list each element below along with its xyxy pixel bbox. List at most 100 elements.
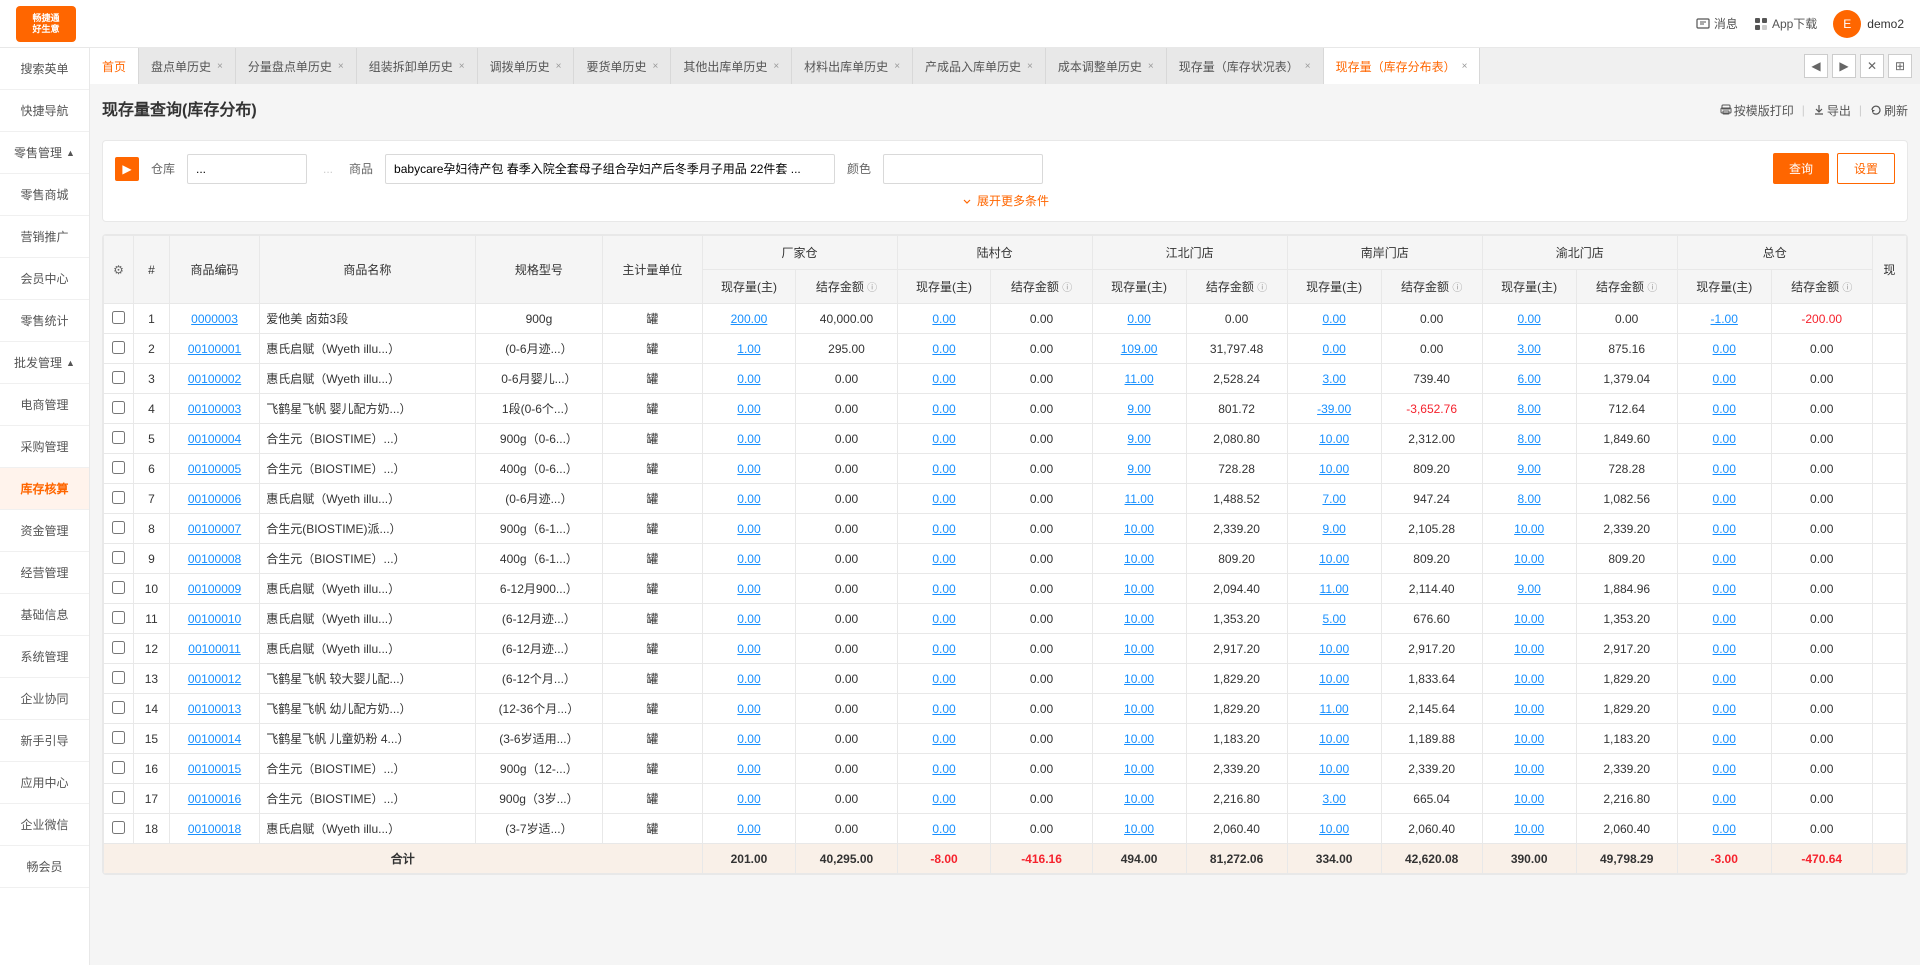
sidebar-item-retail-stat[interactable]: 零售统计 [0,300,89,342]
export-button[interactable]: 导出 [1813,102,1851,119]
sidebar-item-retail-mgmt[interactable]: 零售管理 ▲ [0,132,89,174]
query-button[interactable]: 查询 [1773,153,1829,184]
cell-checkbox[interactable] [104,334,134,364]
cell-checkbox[interactable] [104,304,134,334]
tab-transfer[interactable]: 调拨单历史 × [478,48,575,84]
setting-button[interactable]: 设置 [1837,153,1895,184]
tab-close-icon[interactable]: × [1027,61,1033,72]
cell-checkbox[interactable] [104,424,134,454]
info-icon[interactable]: ⓘ [1062,283,1072,294]
row-checkbox[interactable] [112,581,125,594]
tab-close-icon[interactable]: × [894,61,900,72]
tab-close-icon[interactable]: × [556,61,562,72]
cell-checkbox[interactable] [104,574,134,604]
info-icon[interactable]: ⓘ [1842,283,1852,294]
cell-checkbox[interactable] [104,664,134,694]
sidebar-item-nav[interactable]: 快捷导航 [0,90,89,132]
tab-close-icon[interactable]: × [773,61,779,72]
sidebar-item-marketing[interactable]: 营销推广 [0,216,89,258]
tab-close-icon[interactable]: × [1462,61,1468,72]
app-download-button[interactable]: App下载 [1754,15,1817,32]
sidebar-item-basic-info[interactable]: 基础信息 [0,594,89,636]
sidebar-item-member[interactable]: 会员中心 [0,258,89,300]
cell-checkbox[interactable] [104,634,134,664]
tab-partial-check[interactable]: 分量盘点单历史 × [236,48,357,84]
row-checkbox[interactable] [112,551,125,564]
warehouse-input[interactable] [187,154,307,184]
row-checkbox[interactable] [112,491,125,504]
sidebar-item-purchase[interactable]: 采购管理 [0,426,89,468]
goods-input[interactable] [385,154,835,184]
row-checkbox[interactable] [112,401,125,414]
column-settings-icon[interactable]: ⚙ [113,263,124,277]
sidebar-item-wholesale[interactable]: 批发管理 ▲ [0,342,89,384]
tab-close-icon[interactable]: × [217,61,223,72]
info-icon[interactable]: ⓘ [1257,283,1267,294]
tab-stock-distribution[interactable]: 现存量（库存分布表） × [1324,48,1481,84]
sidebar-item-search[interactable]: 搜索英单 [0,48,89,90]
cell-checkbox[interactable] [104,484,134,514]
sidebar-item-wechat[interactable]: 企业微信 [0,804,89,846]
cell-checkbox[interactable] [104,454,134,484]
cell-checkbox[interactable] [104,784,134,814]
row-checkbox[interactable] [112,761,125,774]
row-checkbox[interactable] [112,371,125,384]
expand-conditions-button[interactable]: 展开更多条件 [961,192,1049,209]
sidebar-item-inventory[interactable]: 库存核算 [0,468,89,510]
row-checkbox[interactable] [112,521,125,534]
tab-close-icon[interactable]: × [338,61,344,72]
row-checkbox[interactable] [112,611,125,624]
refresh-button[interactable]: 刷新 [1870,102,1908,119]
row-checkbox[interactable] [112,311,125,324]
cell-checkbox[interactable] [104,514,134,544]
info-icon[interactable]: ⓘ [867,283,877,294]
sidebar-item-guide[interactable]: 新手引导 [0,720,89,762]
row-checkbox[interactable] [112,341,125,354]
info-icon[interactable]: ⓘ [1647,283,1657,294]
cell-checkbox[interactable] [104,544,134,574]
sidebar-item-system[interactable]: 系统管理 [0,636,89,678]
tab-prev-button[interactable]: ◀ [1804,54,1828,78]
tab-next-button[interactable]: ▶ [1832,54,1856,78]
tab-purchase-order[interactable]: 要货单历史 × [574,48,671,84]
row-checkbox[interactable] [112,431,125,444]
row-checkbox[interactable] [112,731,125,744]
sidebar-item-finance[interactable]: 资金管理 [0,510,89,552]
tab-product-in[interactable]: 产成品入库单历史 × [913,48,1046,84]
user-menu[interactable]: E demo2 [1833,10,1904,38]
tab-close-icon[interactable]: × [1305,61,1311,72]
toggle-filter-button[interactable]: ▶ [115,157,139,181]
row-checkbox[interactable] [112,821,125,834]
row-checkbox[interactable] [112,461,125,474]
tab-home[interactable]: 首页 [90,48,139,84]
row-checkbox[interactable] [112,641,125,654]
print-button[interactable]: 按模版打印 [1720,102,1794,119]
sidebar-item-vip[interactable]: 畅会员 [0,846,89,888]
tab-assemble[interactable]: 组装拆卸单历史 × [357,48,478,84]
sidebar-item-retail-mall[interactable]: 零售商城 [0,174,89,216]
tab-close-icon[interactable]: × [459,61,465,72]
sidebar-item-ecommerce[interactable]: 电商管理 [0,384,89,426]
sidebar-item-app-center[interactable]: 应用中心 [0,762,89,804]
tab-inventory-check[interactable]: 盘点单历史 × [139,48,236,84]
tab-close-icon[interactable]: × [652,61,658,72]
cell-checkbox[interactable] [104,814,134,844]
cell-checkbox[interactable] [104,754,134,784]
tab-other-out[interactable]: 其他出库单历史 × [671,48,792,84]
cell-checkbox[interactable] [104,364,134,394]
cell-checkbox[interactable] [104,694,134,724]
row-checkbox[interactable] [112,791,125,804]
row-checkbox[interactable] [112,701,125,714]
info-icon[interactable]: ⓘ [1452,283,1462,294]
tab-material-out[interactable]: 材料出库单历史 × [792,48,913,84]
tab-close-all-button[interactable]: ✕ [1860,54,1884,78]
messages-button[interactable]: 消息 [1696,15,1738,32]
cell-checkbox[interactable] [104,604,134,634]
sidebar-item-business[interactable]: 经营管理 [0,552,89,594]
cell-checkbox[interactable] [104,724,134,754]
color-input[interactable] [883,154,1043,184]
col-settings[interactable]: ⚙ [104,236,134,304]
tab-close-icon[interactable]: × [1148,61,1154,72]
tab-stock-status[interactable]: 现存量（库存状况表） × [1167,48,1324,84]
cell-checkbox[interactable] [104,394,134,424]
